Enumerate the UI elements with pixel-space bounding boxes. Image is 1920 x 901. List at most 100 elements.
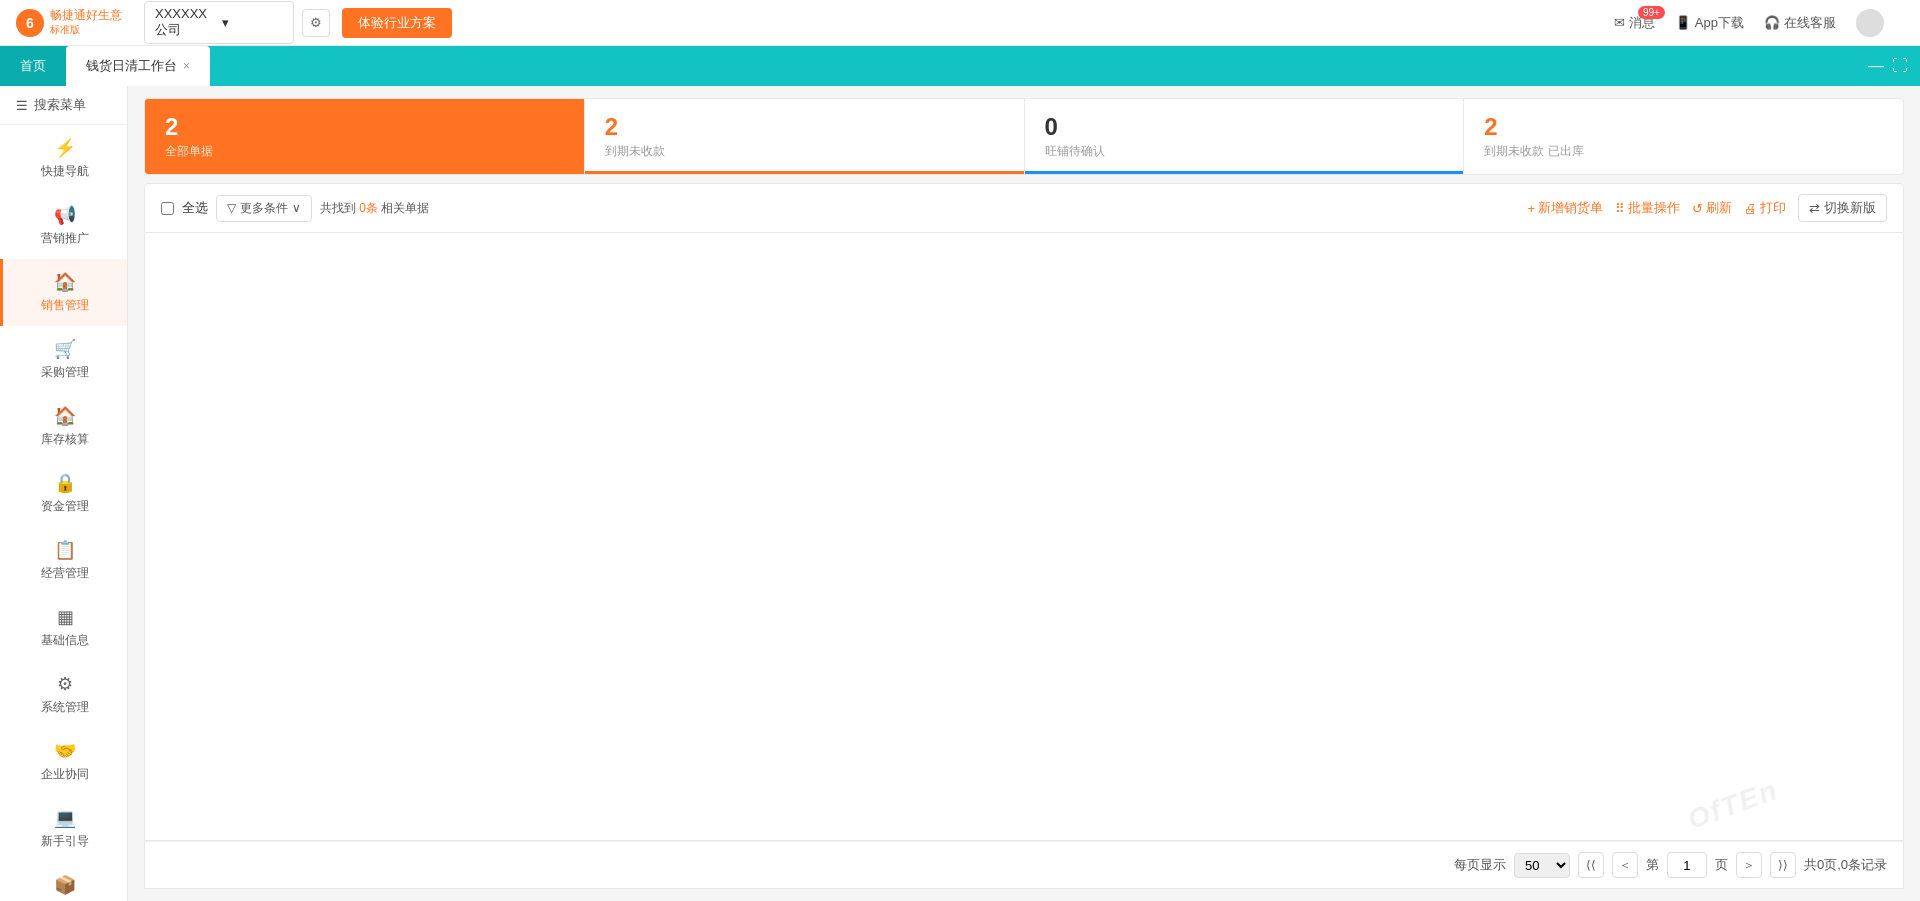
stat-card-all[interactable]: 2 全部单据 <box>145 99 585 174</box>
stat-number-all: 2 <box>165 113 564 141</box>
search-menu-item[interactable]: ☰ 搜索菜单 <box>0 86 127 125</box>
stat-number-pending: 0 <box>1045 113 1444 141</box>
stat-label-all: 全部单据 <box>165 143 564 160</box>
sidebar-item-inventory[interactable]: 🏠 库存核算 <box>0 393 127 460</box>
main-layout: ☰ 搜索菜单 ⚡ 快捷导航 📢 营销推广 🏠 销售管理 🛒 采购管理 🏠 库存核… <box>0 86 1920 901</box>
avatar[interactable] <box>1856 9 1884 37</box>
stat-number-overdue-out: 2 <box>1484 113 1883 141</box>
logo-title: 畅捷通好生意 <box>50 8 122 24</box>
sales-icon: 🏠 <box>54 271 76 293</box>
toolbar-right: + 新增销货单 ⠿ 批量操作 ↺ 刷新 🖨 打印 ⇄ 切换新版 <box>1527 194 1887 222</box>
stat-label-pending: 旺铺待确认 <box>1045 143 1444 160</box>
quick-nav-icon: ⚡ <box>54 137 76 159</box>
tab-close-icon[interactable]: × <box>183 59 190 73</box>
stat-card-pending[interactable]: 0 旺铺待确认 <box>1025 99 1465 174</box>
sidebar-item-label: 经营管理 <box>41 565 89 582</box>
last-page-button[interactable]: ⟩⟩ <box>1770 852 1796 878</box>
search-icon: ☰ <box>16 98 28 113</box>
print-icon: 🖨 <box>1744 201 1757 216</box>
inventory-icon: 🏠 <box>54 405 76 427</box>
top-bar: 6 畅捷通好生意 标准版 XXXXXX公司 ▾ ⚙ 体验行业方案 ✉ 消息 99… <box>0 0 1920 46</box>
refresh-icon: ↺ <box>1692 201 1703 216</box>
tab-home-label: 首页 <box>20 57 46 75</box>
sidebar-item-basic-info[interactable]: ▦ 基础信息 <box>0 594 127 661</box>
message-badge: 99+ <box>1638 6 1665 19</box>
company-selector[interactable]: XXXXXX公司 ▾ <box>144 1 294 44</box>
online-service-button[interactable]: 🎧 在线客服 <box>1764 14 1836 32</box>
page-suffix: 页 <box>1715 856 1728 874</box>
sidebar-item-label: 新手引导 <box>41 833 89 850</box>
switch-version-button[interactable]: ⇄ 切换新版 <box>1798 194 1887 222</box>
add-label: 新增销货单 <box>1538 199 1603 217</box>
nav-tab-actions: — ⛶ <box>1868 57 1920 75</box>
switch-label: 切换新版 <box>1824 199 1876 217</box>
print-button[interactable]: 🖨 打印 <box>1744 199 1786 217</box>
sidebar-item-purchase[interactable]: 🛒 采购管理 <box>0 326 127 393</box>
sidebar-item-label: 系统管理 <box>41 699 89 716</box>
per-page-label: 每页显示 <box>1454 856 1506 874</box>
sidebar-item-funds[interactable]: 🔒 资金管理 <box>0 460 127 527</box>
maximize-icon[interactable]: ⛶ <box>1892 57 1908 75</box>
logo-text-block: 畅捷通好生意 标准版 <box>50 8 122 38</box>
search-menu-label: 搜索菜单 <box>34 96 86 114</box>
batch-label: 批量操作 <box>1628 199 1680 217</box>
content-area: 2 全部单据 2 到期未收款 0 旺铺待确认 2 到期未收款 已出库 全选 <box>128 86 1920 901</box>
prev-page-button[interactable]: ＜ <box>1612 852 1638 878</box>
sidebar-item-app-center[interactable]: 📦 应用中心 <box>0 862 127 901</box>
stat-card-overdue[interactable]: 2 到期未收款 <box>585 99 1025 174</box>
funds-icon: 🔒 <box>54 472 76 494</box>
sidebar-item-operations[interactable]: 📋 经营管理 <box>0 527 127 594</box>
sidebar-item-marketing[interactable]: 📢 营销推广 <box>0 192 127 259</box>
cooperation-icon: 🤝 <box>54 740 76 762</box>
basic-info-icon: ▦ <box>57 606 74 628</box>
minimize-icon[interactable]: — <box>1868 57 1884 75</box>
purchase-icon: 🛒 <box>54 338 76 360</box>
sidebar-item-guide[interactable]: 💻 新手引导 <box>0 795 127 862</box>
sidebar-item-cooperation[interactable]: 🤝 企业协同 <box>0 728 127 795</box>
app-icon: 📱 <box>1675 15 1691 30</box>
guide-icon: 💻 <box>54 807 76 829</box>
sidebar-item-label: 基础信息 <box>41 632 89 649</box>
logo-area: 6 畅捷通好生意 标准版 <box>16 8 144 38</box>
select-all-checkbox[interactable] <box>161 202 174 215</box>
add-order-button[interactable]: + 新增销货单 <box>1527 199 1603 217</box>
filter-button[interactable]: ▽ 更多条件 ∨ <box>216 195 312 222</box>
page-size-select[interactable]: 10 20 50 100 <box>1514 853 1570 878</box>
print-label: 打印 <box>1760 199 1786 217</box>
message-button[interactable]: ✉ 消息 99+ <box>1614 14 1655 32</box>
tab-home[interactable]: 首页 <box>0 46 66 86</box>
filter-icon: ▽ <box>227 201 236 215</box>
page-input[interactable] <box>1667 852 1707 878</box>
sidebar-item-quick-nav[interactable]: ⚡ 快捷导航 <box>0 125 127 192</box>
message-icon: ✉ <box>1614 15 1625 30</box>
stat-card-overdue-out[interactable]: 2 到期未收款 已出库 <box>1464 99 1903 174</box>
sidebar-item-sales[interactable]: 🏠 销售管理 <box>0 259 127 326</box>
app-download-button[interactable]: 📱 App下载 <box>1675 14 1744 32</box>
filter-label: 更多条件 <box>240 200 288 217</box>
tab-cash-flow[interactable]: 钱货日清工作台 × <box>66 46 210 86</box>
sidebar-item-system[interactable]: ⚙ 系统管理 <box>0 661 127 728</box>
marketing-icon: 📢 <box>54 204 76 226</box>
stat-underline-overdue <box>585 171 1024 174</box>
company-name: XXXXXX公司 <box>155 6 216 39</box>
app-download-label: App下载 <box>1695 14 1744 32</box>
table-area <box>144 233 1904 841</box>
refresh-button[interactable]: ↺ 刷新 <box>1692 199 1732 217</box>
online-service-label: 在线客服 <box>1784 14 1836 32</box>
add-icon: + <box>1527 201 1535 216</box>
first-page-button[interactable]: ⟨⟨ <box>1578 852 1604 878</box>
chevron-down-icon: ▾ <box>222 15 283 30</box>
stat-label-overdue-out: 到期未收款 已出库 <box>1484 143 1883 160</box>
toolbar-left: 全选 ▽ 更多条件 ∨ 共找到 0条 相关单据 <box>161 195 1519 222</box>
service-icon: 🎧 <box>1764 15 1780 30</box>
trial-button[interactable]: 体验行业方案 <box>342 8 452 38</box>
settings-button[interactable]: ⚙ <box>302 9 330 37</box>
sidebar-item-label: 资金管理 <box>41 498 89 515</box>
logo-subtitle: 标准版 <box>50 23 122 37</box>
select-all-label: 全选 <box>182 199 208 217</box>
switch-icon: ⇄ <box>1809 201 1820 216</box>
total-records: 共0页,0条记录 <box>1804 856 1887 874</box>
next-page-button[interactable]: ＞ <box>1736 852 1762 878</box>
batch-operation-button[interactable]: ⠿ 批量操作 <box>1615 199 1680 217</box>
sidebar-item-label: 销售管理 <box>41 297 89 314</box>
